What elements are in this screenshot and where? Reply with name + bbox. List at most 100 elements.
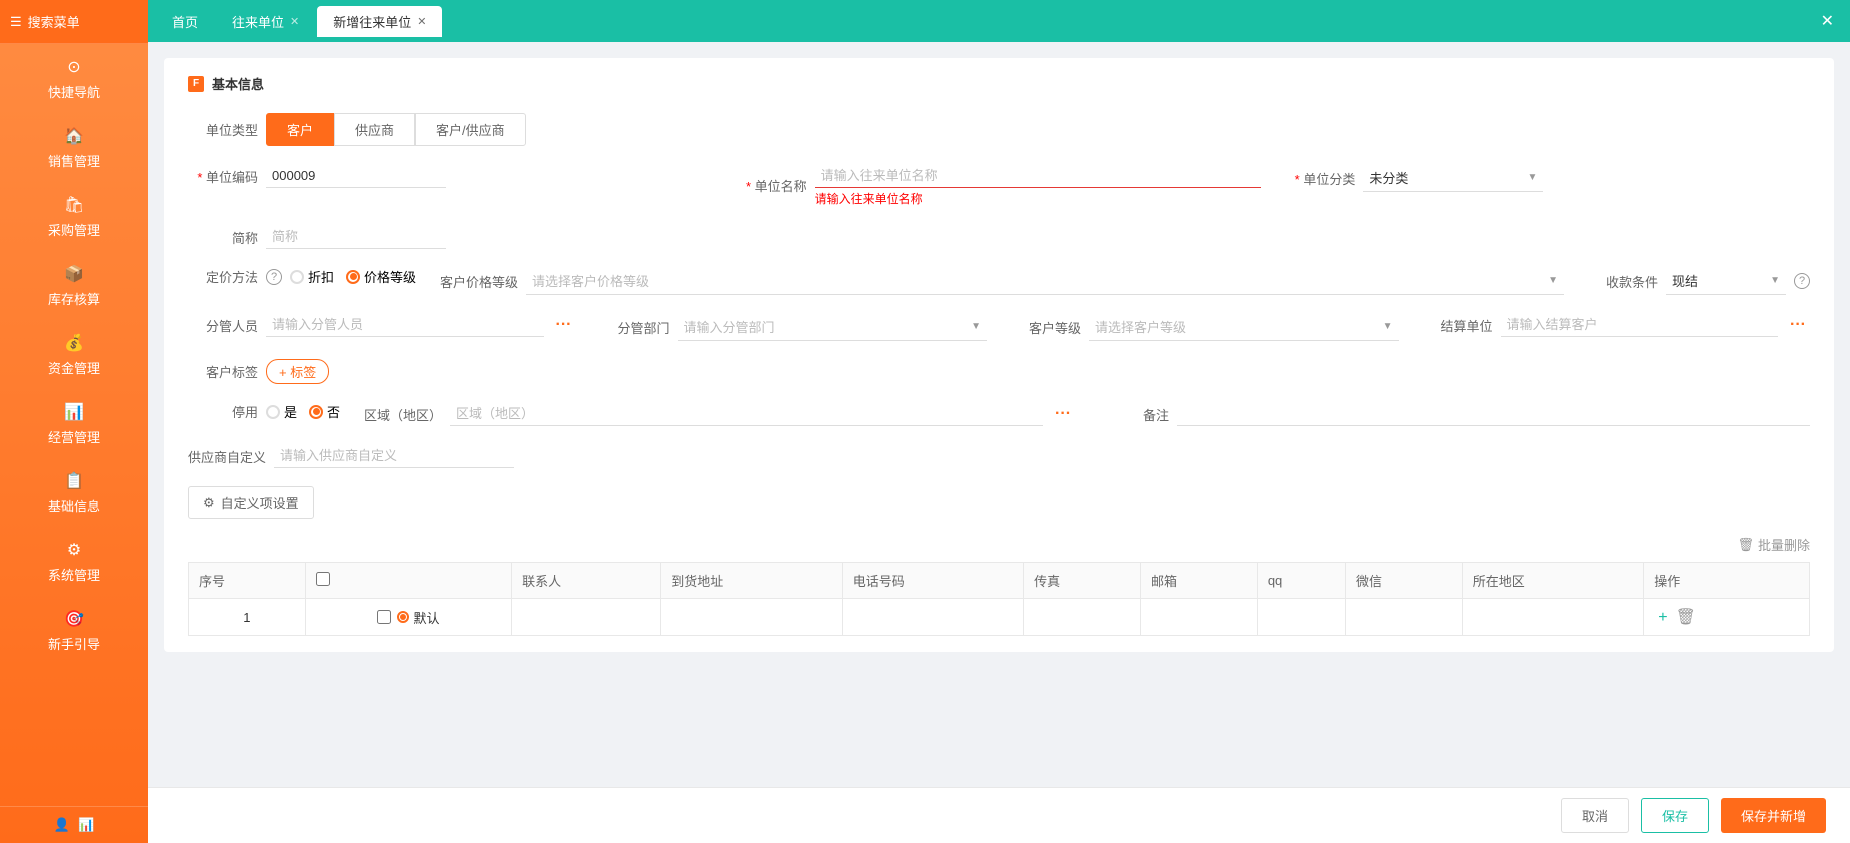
radio-stop-yes[interactable]: 是 <box>266 402 297 421</box>
department-chevron: ▼ <box>971 321 981 332</box>
search-menu-button[interactable]: ☰ 搜索菜单 <box>10 8 138 35</box>
sidebar-item-newbie[interactable]: 🎯 新手引导 <box>0 596 148 665</box>
customer-level-placeholder: 请选择客户等级 <box>1095 317 1186 336</box>
tab-new-trade-unit[interactable]: 新增往来单位✕ <box>317 6 442 37</box>
radio-stop-no[interactable]: 否 <box>309 402 340 421</box>
row-checkbox-0[interactable] <box>377 610 391 624</box>
row-add-btn-0[interactable]: + <box>1658 609 1667 626</box>
unit-type-buttons: 客户 供应商 客户/供应商 <box>266 113 526 146</box>
department-label: 分管部门 <box>600 318 670 337</box>
region-more-btn[interactable]: ··· <box>1051 405 1075 423</box>
tab-home[interactable]: 首页 <box>156 6 214 37</box>
radio-discount[interactable]: 折扣 <box>290 267 334 286</box>
abbr-row: 简称 <box>188 225 1810 249</box>
sidebar-label-basic: 基础信息 <box>48 496 100 515</box>
table-cell-0-6[interactable] <box>1141 599 1258 636</box>
table-cell-0-5[interactable] <box>1024 599 1141 636</box>
search-menu-label: 搜索菜单 <box>28 12 80 31</box>
customer-level-select[interactable]: 请选择客户等级 ▼ <box>1089 313 1399 341</box>
section-title-text: 基本信息 <box>212 74 264 93</box>
table-cell-0-7[interactable] <box>1257 599 1345 636</box>
tab-bar-close-button[interactable]: ✕ <box>1813 7 1842 35</box>
radio-discount-outer <box>290 270 304 284</box>
sidebar: ☰ 搜索菜单 ⊙快捷导航🏠销售管理🛍采购管理📦库存核算💰资金管理📊经营管理 📋 基础… <box>0 0 148 843</box>
table-cell-0-4[interactable] <box>842 599 1023 636</box>
settlement-unit-input[interactable] <box>1501 313 1779 337</box>
table-col-6: 邮箱 <box>1141 563 1258 599</box>
unit-name-input[interactable] <box>815 164 1262 188</box>
unit-category-select[interactable]: 未分类 ▼ <box>1363 164 1543 192</box>
department-select[interactable]: 请输入分管部门 ▼ <box>678 313 988 341</box>
radio-price-level[interactable]: 价格等级 <box>346 267 416 286</box>
supplier-custom-input[interactable] <box>274 444 514 468</box>
supplier-custom-field: 供应商自定义 <box>188 444 1810 468</box>
cancel-button[interactable]: 取消 <box>1561 798 1629 833</box>
unit-name-field: 单位名称 请输入往来单位名称 <box>737 164 1262 207</box>
unit-code-label: 单位编码 <box>188 167 258 186</box>
tab-trade-units[interactable]: 往来单位✕ <box>216 6 315 37</box>
section-title: F 基本信息 <box>188 74 1810 93</box>
abbr-input[interactable] <box>266 225 446 249</box>
unit-code-input[interactable] <box>266 164 446 188</box>
sidebar-icon-newbie: 🎯 <box>63 608 85 630</box>
settlement-unit-more-btn[interactable]: ··· <box>1786 316 1810 334</box>
sidebar-item-purchase[interactable]: 🛍采购管理 <box>0 182 148 251</box>
sidebar-search-section[interactable]: ☰ 搜索菜单 <box>0 0 148 44</box>
tab-close-trade-units[interactable]: ✕ <box>290 15 299 28</box>
pricing-help-icon[interactable]: ? <box>266 269 282 285</box>
section-icon: F <box>188 76 204 92</box>
user-icon[interactable]: 👤 <box>54 817 70 833</box>
customer-price-level-placeholder: 请选择客户价格等级 <box>532 271 649 290</box>
manager-more-btn[interactable]: ··· <box>552 316 576 334</box>
tag-add-button[interactable]: + 标签 <box>266 359 329 384</box>
stop-use-field: 停用 是 否 <box>188 402 340 421</box>
sidebar-item-system[interactable]: ⚙系统管理 <box>0 527 148 596</box>
bar-icon[interactable]: 📊 <box>78 817 94 833</box>
sidebar-item-sales[interactable]: 🏠销售管理 <box>0 113 148 182</box>
sidebar-item-basic[interactable]: 📋 基础信息 <box>0 458 148 527</box>
sidebar-icon-basic: 📋 <box>63 470 85 492</box>
row-del-btn-0[interactable]: 🗑 <box>1676 609 1696 626</box>
table-col-3: 到货地址 <box>661 563 842 599</box>
row-default-radio-0[interactable] <box>397 611 409 623</box>
table-cell-0-10: +🗑 <box>1644 599 1810 636</box>
sidebar-item-operations[interactable]: 📊经营管理 <box>0 389 148 458</box>
sidebar-icon-operations: 📊 <box>63 401 85 423</box>
remark-input[interactable] <box>1177 402 1810 426</box>
sidebar-icon-system: ⚙ <box>63 539 85 561</box>
batch-delete-button[interactable]: 🗑 批量删除 <box>1737 535 1810 554</box>
form-card: F 基本信息 单位类型 客户 供应商 客户/供应商 单位编码 <box>164 58 1834 652</box>
type-btn-customer[interactable]: 客户 <box>266 113 334 146</box>
sidebar-item-quick-nav[interactable]: ⊙快捷导航 <box>0 44 148 113</box>
type-btn-both[interactable]: 客户/供应商 <box>415 113 526 146</box>
type-btn-supplier[interactable]: 供应商 <box>334 113 415 146</box>
sidebar-icon-inventory: 📦 <box>63 263 85 285</box>
customer-tag-field: 客户标签 + 标签 <box>188 359 1810 384</box>
custom-settings-button[interactable]: ⚙ 自定义项设置 <box>188 486 314 519</box>
table-cell-0-1: 默认 <box>305 599 511 636</box>
payment-terms-select[interactable]: 现结 ▼ <box>1666 267 1786 295</box>
table-cell-0-8[interactable] <box>1345 599 1462 636</box>
manager-input[interactable] <box>266 313 544 337</box>
sidebar-item-inventory[interactable]: 📦库存核算 <box>0 251 148 320</box>
table-cell-0-2[interactable] <box>512 599 661 636</box>
save-new-button[interactable]: 保存并新增 <box>1721 798 1826 833</box>
customer-level-label: 客户等级 <box>1011 318 1081 337</box>
table-cell-0-9[interactable] <box>1462 599 1643 636</box>
custom-settings-label: 自定义项设置 <box>221 493 299 512</box>
customer-price-level-select[interactable]: 请选择客户价格等级 ▼ <box>526 267 1564 295</box>
sidebar-label-newbie: 新手引导 <box>48 634 100 653</box>
save-button[interactable]: 保存 <box>1641 798 1709 833</box>
supplier-custom-label: 供应商自定义 <box>188 447 266 466</box>
table-col-7: qq <box>1257 563 1345 599</box>
table-cell-0-3[interactable] <box>661 599 842 636</box>
sidebar-item-finance[interactable]: 💰资金管理 <box>0 320 148 389</box>
radio-stop-no-inner <box>313 408 320 415</box>
select-all-checkbox[interactable] <box>316 572 330 586</box>
customer-price-level-chevron: ▼ <box>1548 275 1558 286</box>
tab-close-new-trade-unit[interactable]: ✕ <box>417 15 426 28</box>
settings-gear-icon: ⚙ <box>203 495 215 511</box>
region-input[interactable] <box>450 402 1043 426</box>
payment-terms-help-icon[interactable]: ? <box>1794 273 1810 289</box>
customer-level-field: 客户等级 请选择客户等级 ▼ <box>1011 313 1399 341</box>
